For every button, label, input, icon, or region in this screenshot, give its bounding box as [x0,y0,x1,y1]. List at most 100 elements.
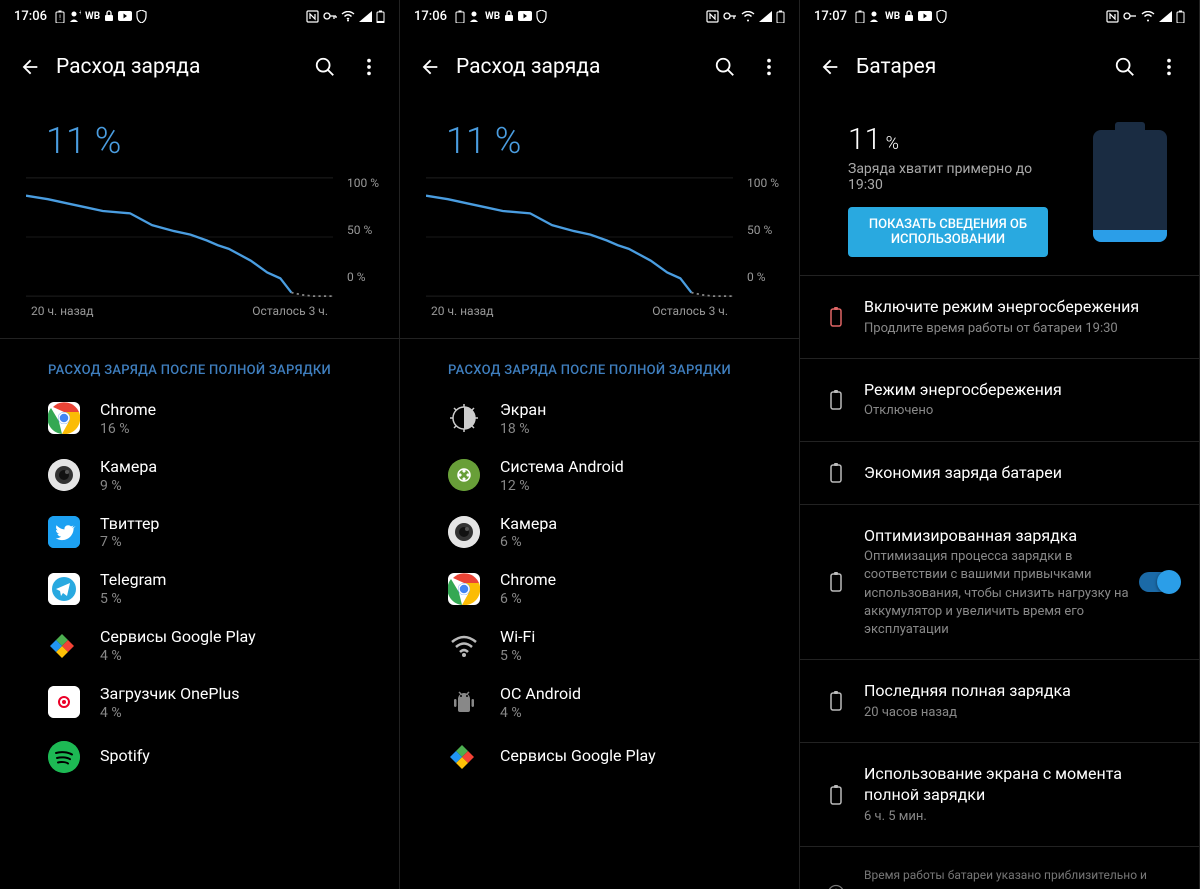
divider [0,338,399,339]
more-vert-icon [758,56,780,78]
status-bar: 17:06 WB [400,0,799,32]
search-button[interactable] [303,45,347,89]
list-item[interactable]: Сервисы Google Play4 % [0,617,399,674]
page-title: Батарея [852,55,1103,79]
info-row: Время работы батареи указано приблизител… [800,853,1199,889]
list-item[interactable]: Система Android12 % [400,447,799,504]
info-icon [814,867,858,889]
search-button[interactable] [1103,45,1147,89]
item-title: ОС Android [500,684,779,705]
divider [800,846,1199,847]
wifi-icon [448,630,480,662]
status-clock: 17:07 [814,9,847,24]
battery-graph-card[interactable]: 11 % 100 % 50 % 0 % 20 ч. назад Осталось… [400,102,799,332]
battery-percent: 11 % [416,110,783,172]
setting-row[interactable]: Оптимизированная зарядкаОптимизация проц… [800,511,1199,654]
info-text: Время работы батареи указано приблизител… [858,867,1179,889]
list-item[interactable]: Spotify [0,731,399,783]
list-item[interactable]: Камера9 % [0,447,399,504]
youtube-icon [918,11,932,21]
svg-text:!: ! [59,14,61,22]
person-icon [469,10,481,22]
list-item[interactable]: Сервисы Google Play [400,731,799,783]
back-button[interactable] [408,45,452,89]
list-item[interactable]: Загрузчик OnePlus4 % [0,674,399,731]
battery-chart: 100 % 50 % 0 % [416,172,783,302]
toggle-switch[interactable] [1131,572,1179,592]
divider [800,504,1199,505]
item-title: Spotify [100,746,379,767]
x-label-right: Осталось 3 ч. [252,304,328,318]
setting-row[interactable]: Режим энергосбереженияОтключено [800,365,1199,435]
status-bar: 17:07 WB [800,0,1199,32]
search-button[interactable] [703,45,747,89]
signal-icon [759,11,772,22]
list-item[interactable]: Telegram5 % [0,560,399,617]
divider [800,659,1199,660]
person-icon [869,10,881,22]
search-icon [714,56,736,78]
setting-row[interactable]: Экономия заряда батареи [800,448,1199,498]
list-item[interactable]: Камера6 % [400,504,799,561]
list-item[interactable]: Экран18 % [400,390,799,447]
setting-row[interactable]: Включите режим энергосбереженияПродлите … [800,282,1199,352]
screen-icon [448,402,480,434]
bat-screen-icon [814,784,858,806]
item-percent: 4 % [100,648,379,664]
setting-subtitle: 20 часов назад [864,704,1179,722]
search-icon [314,56,336,78]
battery-graphic [1085,122,1175,242]
item-percent: 5 % [500,648,779,664]
back-button[interactable] [808,45,852,89]
bat-alert-icon [814,306,858,328]
spotify-icon [48,741,80,773]
battery-icon [1176,10,1185,23]
x-label-left: 20 ч. назад [431,304,493,318]
chrome-icon [448,573,480,605]
list-item[interactable]: Chrome6 % [400,560,799,617]
item-title: Chrome [100,400,379,421]
playserv-icon [448,741,480,773]
list-item[interactable]: Твиттер7 % [0,504,399,561]
usage-list: Экран18 %Система Android12 %Камера6 %Chr… [400,390,799,793]
more-vert-icon [1158,56,1180,78]
usage-list: Chrome16 %Камера9 %Твиттер7 %Telegram5 %… [0,390,399,793]
item-percent: 4 % [500,705,779,721]
list-item[interactable]: Wi-Fi5 % [400,617,799,674]
signal-icon [359,11,372,22]
back-arrow-icon [19,56,41,78]
item-percent: 18 % [500,421,779,437]
setting-row[interactable]: Использование экрана с момента полной за… [800,749,1199,840]
divider [800,275,1199,276]
setting-subtitle: Продлите время работы от батареи 19:30 [864,320,1179,338]
youtube-icon [118,11,132,21]
more-button[interactable] [347,45,391,89]
lock-icon [504,10,514,22]
oneplus-icon [48,686,80,718]
more-button[interactable] [1147,45,1191,89]
bat-full-icon [814,690,858,712]
section-header: РАСХОД ЗАРЯДА ПОСЛЕ ПОЛНОЙ ЗАРЯДКИ [0,345,399,390]
battery-status-icon [455,10,465,23]
bat-opt-icon [814,571,858,593]
nfc-icon [306,10,319,23]
show-usage-button[interactable]: ПОКАЗАТЬ СВЕДЕНИЯ ОБ ИСПОЛЬЗОВАНИИ [848,207,1048,257]
app-bar: Расход заряда [400,32,799,102]
list-item[interactable]: ОС Android4 % [400,674,799,731]
more-button[interactable] [747,45,791,89]
setting-row[interactable]: Последняя полная зарядка 20 часов назад [800,666,1199,736]
battery-percent: 11 % [848,122,1065,157]
more-vert-icon [358,56,380,78]
setting-title: Последняя полная зарядка [864,680,1179,702]
back-button[interactable] [8,45,52,89]
y-label-0: 0 % [747,270,779,284]
key-icon [1123,11,1137,21]
item-title: Wi-Fi [500,627,779,648]
item-percent: 6 % [500,534,779,550]
page-title: Расход заряда [52,55,303,79]
list-item[interactable]: Chrome16 % [0,390,399,447]
battery-graph-card[interactable]: 11 % 100 % 50 % 0 % 20 ч. назад Осталось… [0,102,399,332]
androidos-icon [448,686,480,718]
twitter-icon [48,516,80,548]
status-clock: 17:06 [414,9,447,24]
